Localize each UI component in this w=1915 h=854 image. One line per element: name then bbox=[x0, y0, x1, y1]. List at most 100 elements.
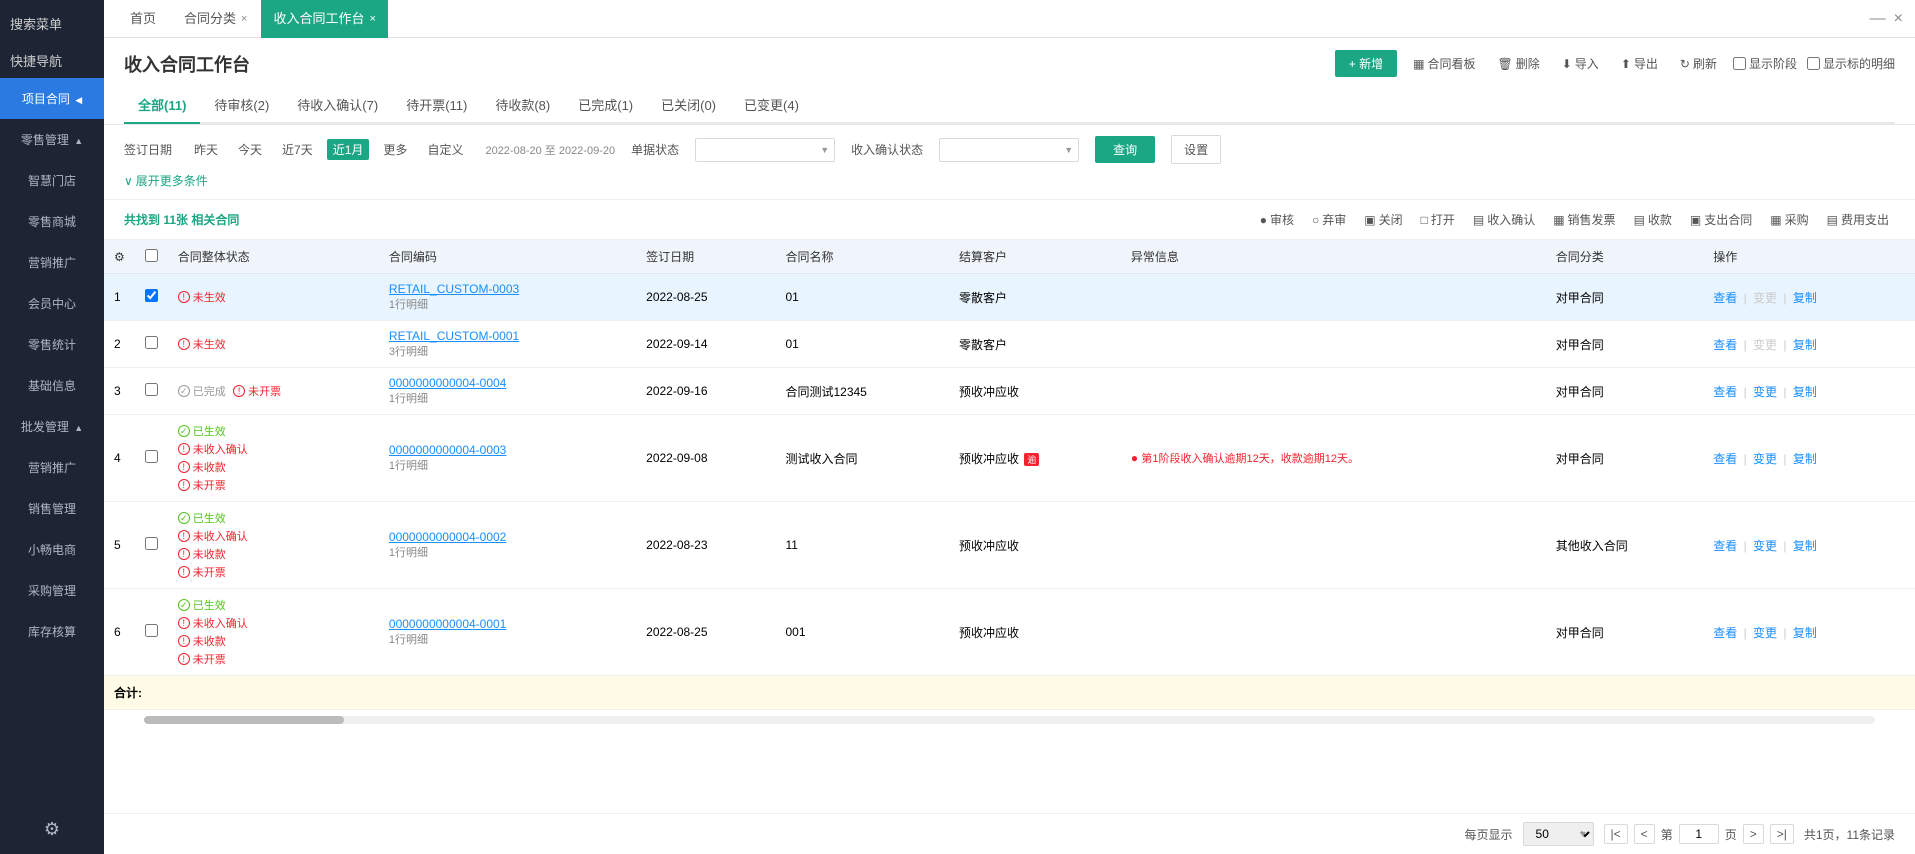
show-label-detail-checkbox[interactable]: 显示标的明细 bbox=[1807, 55, 1895, 72]
view-link[interactable]: 查看 bbox=[1713, 539, 1737, 553]
sidebar-item-sales-mgmt[interactable]: 销售管理 bbox=[0, 488, 104, 529]
subtab-completed[interactable]: 已完成(1) bbox=[564, 87, 647, 124]
subtab-pending-income-confirm[interactable]: 待收入确认(7) bbox=[283, 87, 392, 124]
op-review-button[interactable]: ● 审核 bbox=[1254, 208, 1300, 231]
op-sales-invoice-button[interactable]: ▦ 销售发票 bbox=[1547, 208, 1621, 231]
copy-link[interactable]: 复制 bbox=[1793, 385, 1817, 399]
sidebar-item-inventory[interactable]: 库存核算 bbox=[0, 611, 104, 652]
th-sign-date: 签订日期 bbox=[636, 240, 775, 274]
filter-7days[interactable]: 近7天 bbox=[276, 139, 319, 160]
sidebar-search[interactable]: 搜索菜单 bbox=[0, 0, 104, 43]
row-select-checkbox[interactable] bbox=[145, 336, 158, 349]
delete-button[interactable]: 🗑 删除 bbox=[1491, 52, 1545, 75]
filter-1month[interactable]: 近1月 bbox=[327, 139, 370, 160]
close-tab-contract[interactable]: × bbox=[241, 0, 247, 38]
contract-code-link[interactable]: 0000000000004-0002 bbox=[389, 530, 626, 544]
op-expense-out-button[interactable]: ▤ 费用支出 bbox=[1821, 208, 1895, 231]
row-select-checkbox[interactable] bbox=[145, 383, 158, 396]
row-select-checkbox[interactable] bbox=[145, 289, 158, 302]
sidebar-item-retail-mall[interactable]: 零售商城 bbox=[0, 201, 104, 242]
op-abandon-review-button[interactable]: ○ 弃审 bbox=[1306, 208, 1352, 231]
subtab-pending-review[interactable]: 待审核(2) bbox=[200, 87, 283, 124]
change-link[interactable]: 变更 bbox=[1753, 539, 1777, 553]
op-close-button[interactable]: ▣ 关闭 bbox=[1358, 208, 1408, 231]
doc-status-select[interactable] bbox=[695, 138, 835, 162]
subtab-closed[interactable]: 已关闭(0) bbox=[647, 87, 730, 124]
tab-income-workbench[interactable]: 收入合同工作台 × bbox=[261, 0, 387, 38]
sidebar-item-member[interactable]: 会员中心 bbox=[0, 283, 104, 324]
copy-link[interactable]: 复制 bbox=[1793, 291, 1817, 305]
op-income-confirm-button[interactable]: ▤ 收入确认 bbox=[1467, 208, 1541, 231]
table-toolbar: 共找到 11张 相关合同 ● 审核 ○ 弃审 ▣ 关闭 bbox=[104, 200, 1915, 240]
sidebar-item-smart-store[interactable]: 智慧门店 bbox=[0, 160, 104, 201]
contract-code-link[interactable]: RETAIL_CUSTOM-0003 bbox=[389, 282, 626, 296]
copy-link[interactable]: 复制 bbox=[1793, 626, 1817, 640]
scrollbar-thumb[interactable] bbox=[144, 716, 344, 724]
export-button[interactable]: ⬆ 导出 bbox=[1615, 52, 1664, 75]
tab-home[interactable]: 首页 bbox=[116, 0, 170, 38]
filter-today[interactable]: 今天 bbox=[232, 139, 268, 160]
setting-button[interactable]: 设置 bbox=[1171, 135, 1221, 164]
minimize-icon[interactable]: — bbox=[1870, 10, 1886, 28]
filter-more[interactable]: 更多 bbox=[377, 139, 413, 160]
row-select-checkbox[interactable] bbox=[145, 450, 158, 463]
contract-code-link[interactable]: 0000000000004-0004 bbox=[389, 376, 626, 390]
row-select-checkbox[interactable] bbox=[145, 537, 158, 550]
contract-code-link[interactable]: 0000000000004-0001 bbox=[389, 617, 626, 631]
show-stage-checkbox[interactable]: 显示阶段 bbox=[1733, 55, 1797, 72]
view-link[interactable]: 查看 bbox=[1713, 291, 1737, 305]
page-size-select[interactable]: 50 100 200 bbox=[1523, 822, 1594, 846]
sidebar-item-retail-stats[interactable]: 零售统计 bbox=[0, 324, 104, 365]
subtab-changed[interactable]: 已变更(4) bbox=[730, 87, 813, 124]
view-link[interactable]: 查看 bbox=[1713, 452, 1737, 466]
new-button[interactable]: + 新增 bbox=[1335, 50, 1397, 77]
expand-filter-button[interactable]: ∨ 展开更多条件 bbox=[124, 172, 1895, 189]
op-purchase-button[interactable]: ▦ 采购 bbox=[1764, 208, 1814, 231]
sidebar-item-marketing2[interactable]: 营销推广 bbox=[0, 447, 104, 488]
tab-contract-category[interactable]: 合同分类 × bbox=[170, 0, 261, 38]
view-link[interactable]: 查看 bbox=[1713, 338, 1737, 352]
sidebar-item-project[interactable]: 项目合同 ◀ bbox=[0, 78, 104, 119]
prev-page-button[interactable]: < bbox=[1634, 824, 1655, 844]
sidebar-item-ecommerce[interactable]: 小畅电商 bbox=[0, 529, 104, 570]
subtab-pending-payment[interactable]: 待收款(8) bbox=[481, 87, 564, 124]
row-select-checkbox[interactable] bbox=[145, 624, 158, 637]
view-link[interactable]: 查看 bbox=[1713, 385, 1737, 399]
income-confirm-select[interactable] bbox=[939, 138, 1079, 162]
view-link[interactable]: 查看 bbox=[1713, 626, 1737, 640]
filter-yesterday[interactable]: 昨天 bbox=[188, 139, 224, 160]
contract-board-button[interactable]: ▦ 合同看板 bbox=[1407, 52, 1481, 75]
filter-custom[interactable]: 自定义 bbox=[421, 139, 469, 160]
query-button[interactable]: 查询 bbox=[1095, 136, 1155, 163]
change-link[interactable]: 变更 bbox=[1753, 385, 1777, 399]
sidebar-item-purchase[interactable]: 采购管理 bbox=[0, 570, 104, 611]
close-tab-income[interactable]: × bbox=[369, 0, 375, 38]
contract-code-link[interactable]: 0000000000004-0003 bbox=[389, 443, 626, 457]
contract-code-link[interactable]: RETAIL_CUSTOM-0001 bbox=[389, 329, 626, 343]
op-expense-contract-button[interactable]: ▣ 支出合同 bbox=[1684, 208, 1758, 231]
scrollbar-track[interactable] bbox=[144, 716, 1875, 724]
page-number-input[interactable] bbox=[1679, 824, 1719, 844]
select-all-checkbox[interactable] bbox=[145, 249, 158, 262]
import-button[interactable]: ⬇ 导入 bbox=[1556, 52, 1605, 75]
op-payment-button[interactable]: ▤ 收款 bbox=[1628, 208, 1678, 231]
next-page-button[interactable]: > bbox=[1743, 824, 1764, 844]
refresh-button[interactable]: ↻ 刷新 bbox=[1674, 52, 1723, 75]
sidebar-item-batch-mgmt[interactable]: 批发管理 ▲ bbox=[0, 406, 104, 447]
sidebar-quick-nav[interactable]: 快捷导航 bbox=[0, 43, 104, 78]
copy-link[interactable]: 复制 bbox=[1793, 452, 1817, 466]
last-page-button[interactable]: >| bbox=[1770, 824, 1794, 844]
copy-link[interactable]: 复制 bbox=[1793, 338, 1817, 352]
change-link[interactable]: 变更 bbox=[1753, 452, 1777, 466]
op-open-button[interactable]: □ 打开 bbox=[1415, 208, 1461, 231]
first-page-button[interactable]: |< bbox=[1604, 824, 1628, 844]
subtab-all[interactable]: 全部(11) bbox=[124, 87, 200, 124]
sidebar-item-retail-mgmt[interactable]: 零售管理 ▲ bbox=[0, 119, 104, 160]
sidebar-item-marketing1[interactable]: 营销推广 bbox=[0, 242, 104, 283]
close-icon[interactable]: × bbox=[1894, 10, 1903, 28]
copy-link[interactable]: 复制 bbox=[1793, 539, 1817, 553]
sidebar-item-base-info[interactable]: 基础信息 bbox=[0, 365, 104, 406]
settings-icon[interactable]: ⚙ bbox=[0, 805, 104, 854]
subtab-pending-invoice[interactable]: 待开票(11) bbox=[392, 87, 481, 124]
change-link[interactable]: 变更 bbox=[1753, 626, 1777, 640]
